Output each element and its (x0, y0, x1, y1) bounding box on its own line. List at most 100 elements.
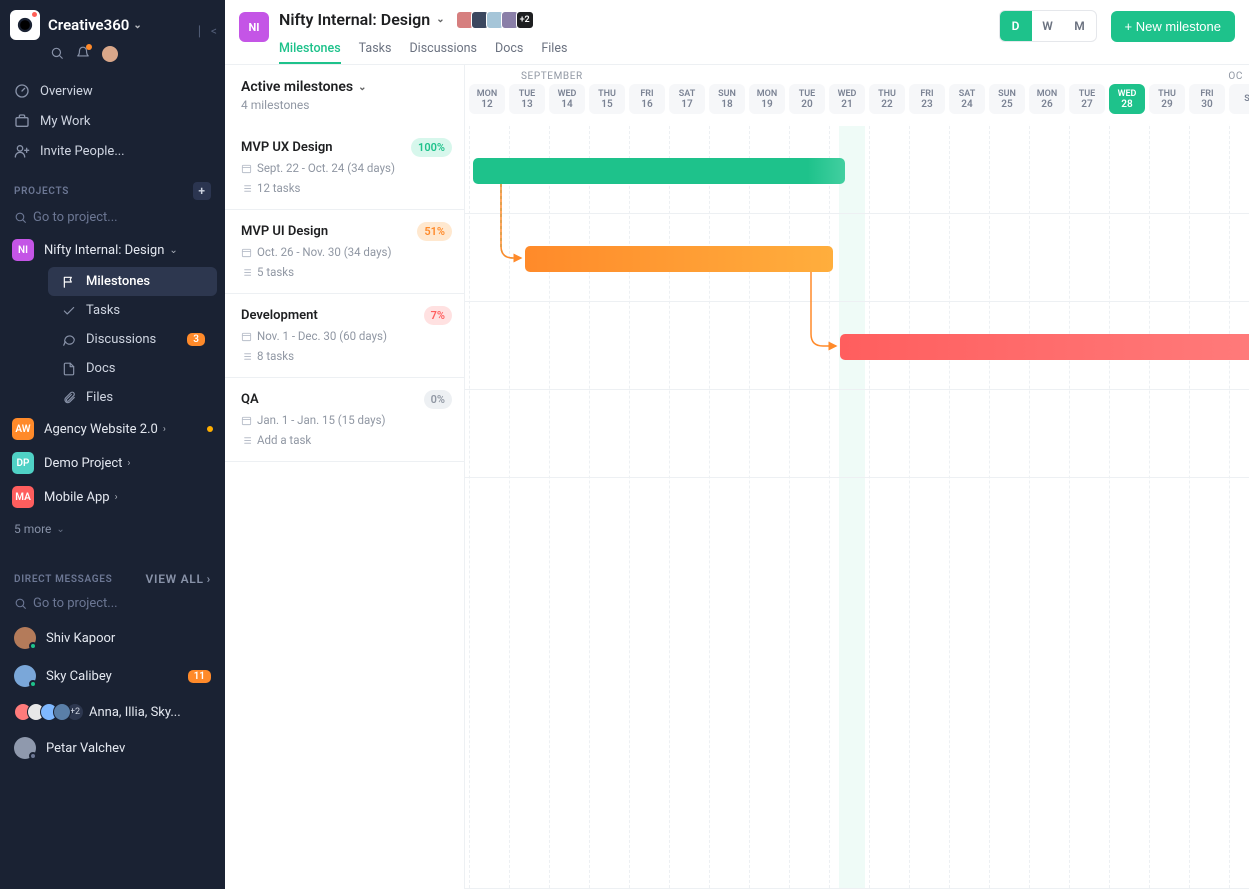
nav-invite[interactable]: Invite People... (0, 136, 225, 166)
project-name: Mobile App › (44, 490, 118, 505)
project-search[interactable]: Go to project... (0, 206, 225, 233)
dm-name: Shiv Kapoor (46, 631, 115, 646)
main-content: NI Nifty Internal: Design ⌄ +2 Milestone… (225, 0, 1249, 889)
sidebar-sub-discussions[interactable]: Discussions3 (48, 325, 217, 354)
avatar (14, 665, 36, 687)
milestone-row[interactable]: MVP UX Design 100% Sept. 22 - Oct. 24 (3… (225, 126, 464, 210)
project-name: Demo Project › (44, 456, 130, 471)
day-cell[interactable]: WED28 (1109, 84, 1145, 114)
day-cell[interactable]: MON26 (1029, 84, 1065, 114)
sidebar-sub-files[interactable]: Files (48, 383, 217, 412)
project-badge: NI (239, 12, 269, 42)
sidebar-sub-docs[interactable]: Docs (48, 354, 217, 383)
gantt-row (465, 126, 1249, 214)
chevron-down-icon: ⌄ (133, 20, 141, 31)
milestone-percent: 0% (424, 390, 452, 409)
milestone-percent: 7% (424, 306, 452, 325)
day-cell[interactable]: SAT17 (669, 84, 705, 114)
day-cell[interactable]: THU22 (869, 84, 905, 114)
day-cell[interactable]: FRI23 (909, 84, 945, 114)
nav-mywork[interactable]: My Work (0, 106, 225, 136)
tab-discussions[interactable]: Discussions (409, 35, 477, 64)
chevron-down-icon: ⌄ (436, 14, 444, 25)
milestone-name: Development (241, 308, 448, 323)
dm-view-all[interactable]: View all › (146, 572, 211, 586)
milestone-name: QA (241, 392, 448, 407)
profile-avatar-icon[interactable] (102, 46, 116, 60)
add-project-button[interactable]: + (193, 182, 211, 200)
dm-row[interactable]: Sky Calibey 11 (0, 657, 225, 695)
gantt-bar[interactable] (525, 246, 833, 272)
day-cell[interactable]: WED14 (549, 84, 585, 114)
milestone-tasks: 8 tasks (257, 349, 294, 363)
projects-more[interactable]: 5 more ⌄ (0, 514, 225, 544)
project-badge-icon: MA (12, 486, 34, 508)
gauge-icon (14, 83, 30, 99)
project-row[interactable]: MA Mobile App › (0, 480, 225, 514)
milestone-date: Sept. 22 - Oct. 24 (34 days) (257, 161, 395, 175)
search-icon (14, 211, 27, 224)
day-cell[interactable]: FRI16 (629, 84, 665, 114)
gantt-bar[interactable] (473, 158, 845, 184)
app-logo[interactable] (10, 10, 40, 40)
tab-tasks[interactable]: Tasks (359, 35, 392, 64)
avatar-group: +2 (14, 703, 79, 721)
day-cell[interactable]: FRI30 (1189, 84, 1225, 114)
day-cell[interactable]: MON19 (749, 84, 785, 114)
view-D[interactable]: D (1000, 11, 1032, 41)
milestone-tasks: 12 tasks (257, 181, 301, 195)
bell-icon[interactable] (76, 46, 90, 60)
day-cell[interactable]: TUE20 (789, 84, 825, 114)
milestone-row[interactable]: QA 0% Jan. 1 - Jan. 15 (15 days) Add a t… (225, 378, 464, 462)
day-cell[interactable]: SUN18 (709, 84, 745, 114)
day-cell[interactable]: MON12 (469, 84, 505, 114)
chevron-icon: ⌄ (169, 245, 177, 256)
day-cell[interactable]: THU15 (589, 84, 625, 114)
day-cell[interactable]: SUN25 (989, 84, 1025, 114)
milestone-row[interactable]: Development 7% Nov. 1 - Dec. 30 (60 days… (225, 294, 464, 378)
gantt-row (465, 390, 1249, 478)
project-row[interactable]: DP Demo Project › (0, 446, 225, 480)
project-title[interactable]: Nifty Internal: Design ⌄ +2 (279, 10, 989, 29)
project-row[interactable]: AW Agency Website 2.0 › (0, 412, 225, 446)
milestones-count: 4 milestones (241, 98, 448, 112)
project-badge-icon: NI (12, 239, 34, 261)
dm-search[interactable]: Go to project... (0, 592, 225, 619)
new-milestone-button[interactable]: + New milestone (1111, 11, 1235, 42)
project-badge-icon: AW (12, 418, 34, 440)
milestones-filter[interactable]: Active milestones ⌄ (241, 79, 448, 95)
search-icon[interactable] (50, 46, 64, 60)
day-cell[interactable]: THU29 (1149, 84, 1185, 114)
milestone-row[interactable]: MVP UI Design 51% Oct. 26 - Nov. 30 (34 … (225, 210, 464, 294)
dm-row[interactable]: Petar Valchev (0, 729, 225, 767)
chevron-down-icon: ⌄ (56, 524, 64, 535)
day-cell[interactable]: TUE27 (1069, 84, 1105, 114)
chevron-icon: › (115, 492, 118, 503)
chat-icon (62, 333, 76, 347)
day-cell[interactable]: SAT24 (949, 84, 985, 114)
project-row[interactable]: NI Nifty Internal: Design ⌄ (0, 233, 225, 267)
day-cell[interactable]: TUE13 (509, 84, 545, 114)
nav-overview[interactable]: Overview (0, 76, 225, 106)
dm-row[interactable]: Shiv Kapoor (0, 619, 225, 657)
collapse-sidebar-icon[interactable]: ⎸< (199, 24, 217, 39)
day-cell[interactable]: S (1229, 84, 1249, 114)
sidebar-sub-milestones[interactable]: Milestones (48, 267, 217, 296)
chevron-down-icon: ⌄ (358, 82, 366, 93)
workspace-switcher[interactable]: Creative360⌄ (48, 16, 142, 34)
tab-files[interactable]: Files (541, 35, 567, 64)
presence-icon (29, 752, 37, 760)
calendar-icon (241, 247, 252, 258)
chevron-icon: › (163, 424, 166, 435)
sidebar-sub-tasks[interactable]: Tasks (48, 296, 217, 325)
tab-docs[interactable]: Docs (495, 35, 523, 64)
project-members[interactable]: +2 (459, 11, 534, 29)
view-M[interactable]: M (1064, 11, 1096, 41)
day-cell[interactable]: WED21 (829, 84, 865, 114)
view-W[interactable]: W (1032, 11, 1064, 41)
gantt-bar[interactable] (840, 334, 1249, 360)
tab-milestones[interactable]: Milestones (279, 35, 341, 64)
dm-row[interactable]: +2 Anna, Illia, Sky... (0, 695, 225, 729)
project-badge-icon: DP (12, 452, 34, 474)
milestone-date: Jan. 1 - Jan. 15 (15 days) (257, 413, 386, 427)
